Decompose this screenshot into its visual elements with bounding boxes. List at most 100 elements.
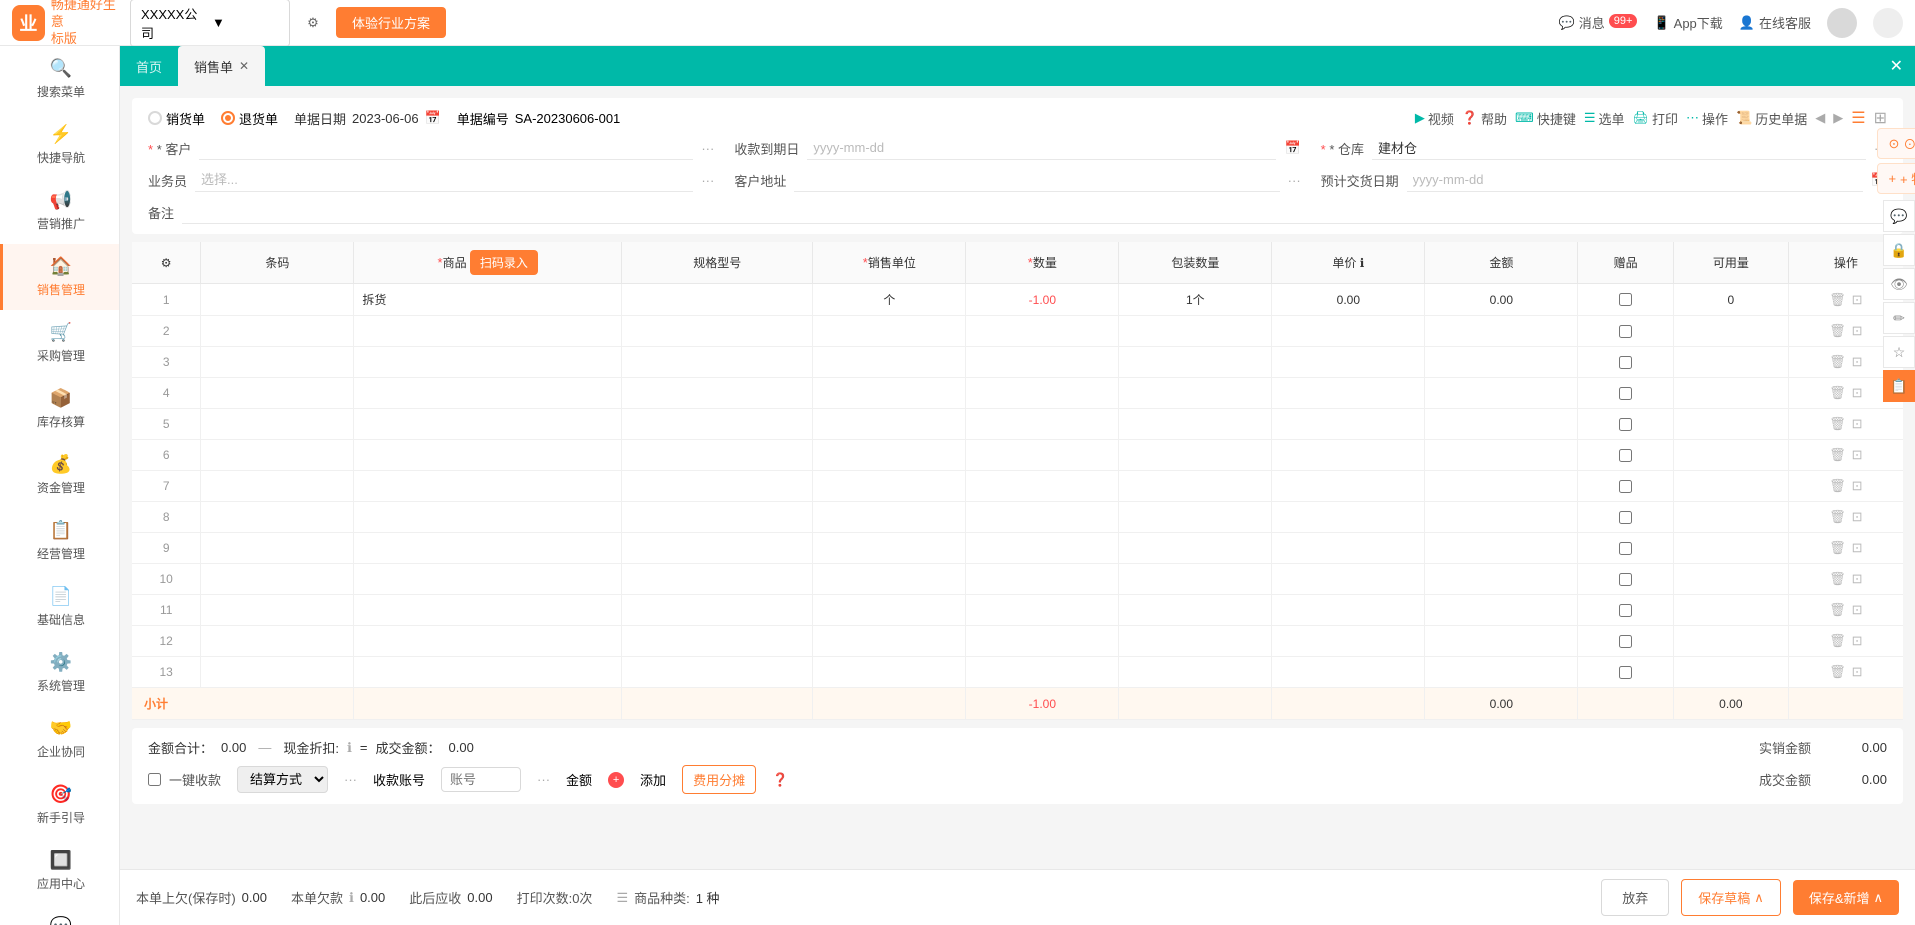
- row-gift-10[interactable]: [1578, 564, 1674, 595]
- row-barcode-7[interactable]: [201, 471, 354, 502]
- abandon-button[interactable]: 放弃: [1601, 879, 1669, 916]
- row-qty-5[interactable]: [966, 409, 1119, 440]
- row-gift-7[interactable]: [1578, 471, 1674, 502]
- sidebar-item-marketing[interactable]: 📢 营销推广: [0, 178, 119, 244]
- scan-btn[interactable]: 扫码录入: [470, 250, 538, 275]
- copy-icon-7[interactable]: ⊡: [1852, 478, 1863, 494]
- float-edit-btn[interactable]: ✏: [1883, 302, 1915, 334]
- row-spec-2[interactable]: [622, 316, 813, 347]
- save-draft-button[interactable]: 保存草稿 ∧: [1681, 879, 1781, 916]
- delete-icon-11[interactable]: 🗑: [1829, 602, 1846, 618]
- tab-close-icon[interactable]: ✕: [239, 59, 249, 73]
- delete-icon-13[interactable]: 🗑: [1829, 664, 1846, 680]
- row-qty-4[interactable]: [966, 378, 1119, 409]
- row-barcode-10[interactable]: [201, 564, 354, 595]
- copy-icon-6[interactable]: ⊡: [1852, 447, 1863, 463]
- print-btn[interactable]: 🖨 打印: [1633, 109, 1679, 128]
- row-barcode-8[interactable]: [201, 502, 354, 533]
- trial-button[interactable]: 体验行业方案: [336, 7, 446, 38]
- sidebar-item-enterprise[interactable]: 🤝 企业协同: [0, 706, 119, 772]
- salesperson-dots-icon[interactable]: ···: [701, 173, 714, 188]
- row-barcode-3[interactable]: [201, 347, 354, 378]
- history-btn[interactable]: 📜 历史单据: [1736, 109, 1807, 128]
- online-service-btn[interactable]: 👤 在线客服: [1739, 13, 1811, 32]
- tab-home[interactable]: 首页: [120, 46, 178, 86]
- customer-dots-icon[interactable]: ···: [701, 141, 714, 156]
- view-list-icon[interactable]: ☰: [1851, 108, 1865, 128]
- row-qty-13[interactable]: [966, 657, 1119, 688]
- row-spec-3[interactable]: [622, 347, 813, 378]
- customer-address-dots-icon[interactable]: ···: [1288, 173, 1301, 188]
- row-price-13[interactable]: [1272, 657, 1425, 688]
- row-gift-12[interactable]: [1578, 626, 1674, 657]
- copy-icon-12[interactable]: ⊡: [1852, 633, 1863, 649]
- logistics-panel-btn[interactable]: + + 物流: [1877, 163, 1915, 194]
- calc-method-select[interactable]: 结算方式: [237, 766, 328, 793]
- sidebar-item-inventory[interactable]: 📦 库存核算: [0, 376, 119, 442]
- delete-icon-10[interactable]: 🗑: [1829, 571, 1846, 587]
- customer-address-input[interactable]: [794, 168, 1279, 192]
- tab-bar-close-btn[interactable]: ✕: [1890, 56, 1915, 76]
- row-gift-3[interactable]: [1578, 347, 1674, 378]
- row-spec-10[interactable]: [622, 564, 813, 595]
- sidebar-item-guide[interactable]: 🎯 新手引导: [0, 772, 119, 838]
- video-btn[interactable]: ▶ 视频: [1415, 109, 1454, 128]
- nav-next-icon[interactable]: ▶: [1833, 110, 1843, 126]
- row-gift-4[interactable]: [1578, 378, 1674, 409]
- copy-icon-11[interactable]: ⊡: [1852, 602, 1863, 618]
- payment-date-input[interactable]: [807, 136, 1276, 160]
- arrears-info-icon[interactable]: ℹ: [349, 890, 354, 906]
- account-dots[interactable]: ···: [537, 772, 550, 787]
- add-payment-btn[interactable]: +: [608, 772, 624, 788]
- notes-input[interactable]: [182, 200, 1887, 224]
- row-qty-12[interactable]: [966, 626, 1119, 657]
- row-qty-3[interactable]: [966, 347, 1119, 378]
- row-qty-10[interactable]: [966, 564, 1119, 595]
- row-gift-2[interactable]: [1578, 316, 1674, 347]
- row-gift-1[interactable]: [1578, 284, 1674, 316]
- row-spec-6[interactable]: [622, 440, 813, 471]
- sidebar-item-basic[interactable]: 📄 基础信息: [0, 574, 119, 640]
- payment-checkbox[interactable]: 一键收款: [148, 770, 221, 789]
- tab-sales-order[interactable]: 销售单 ✕: [178, 46, 265, 86]
- row-price-6[interactable]: [1272, 440, 1425, 471]
- copy-icon-5[interactable]: ⊡: [1852, 416, 1863, 432]
- account-input[interactable]: [441, 767, 521, 792]
- operate-btn[interactable]: ⋯ 操作: [1686, 109, 1728, 128]
- company-selector[interactable]: XXXXX公司 ▼: [130, 0, 290, 47]
- row-barcode-5[interactable]: [201, 409, 354, 440]
- payment-checkbox-input[interactable]: [148, 773, 161, 786]
- row-qty-1[interactable]: -1.00: [966, 284, 1119, 316]
- row-barcode-9[interactable]: [201, 533, 354, 564]
- row-spec-12[interactable]: [622, 626, 813, 657]
- copy-icon-13[interactable]: ⊡: [1852, 664, 1863, 680]
- float-chat-btn[interactable]: 💬: [1883, 200, 1915, 232]
- row-barcode-6[interactable]: [201, 440, 354, 471]
- row-qty-9[interactable]: [966, 533, 1119, 564]
- float-eye-btn[interactable]: 👁: [1883, 268, 1915, 300]
- sidebar-item-management[interactable]: 📋 经营管理: [0, 508, 119, 574]
- warehouse-input[interactable]: [1372, 136, 1866, 160]
- sidebar-item-wecom[interactable]: 💬 企业微信: [0, 904, 119, 925]
- expected-delivery-input[interactable]: [1407, 168, 1863, 192]
- setting-panel-btn[interactable]: ⊙ ⊙ 设置: [1877, 128, 1915, 159]
- row-gift-13[interactable]: [1578, 657, 1674, 688]
- row-price-9[interactable]: [1272, 533, 1425, 564]
- row-price-4[interactable]: [1272, 378, 1425, 409]
- avatar[interactable]: [1827, 8, 1857, 38]
- copy-icon-3[interactable]: ⊡: [1852, 354, 1863, 370]
- float-action-btn[interactable]: 📋: [1883, 370, 1915, 402]
- row-spec-11[interactable]: [622, 595, 813, 626]
- view-grid-icon[interactable]: ⊞: [1874, 108, 1887, 128]
- sidebar-item-purchase[interactable]: 🛒 采购管理: [0, 310, 119, 376]
- salesperson-input[interactable]: [195, 168, 693, 192]
- sidebar-item-apps[interactable]: 🔲 应用中心: [0, 838, 119, 904]
- delete-icon-1[interactable]: 🗑: [1829, 292, 1846, 308]
- row-price-7[interactable]: [1272, 471, 1425, 502]
- row-price-5[interactable]: [1272, 409, 1425, 440]
- float-lock-btn[interactable]: 🔒: [1883, 234, 1915, 266]
- copy-icon-4[interactable]: ⊡: [1852, 385, 1863, 401]
- delete-icon-8[interactable]: 🗑: [1829, 509, 1846, 525]
- settings-gear-icon[interactable]: ⚙: [298, 8, 328, 38]
- delete-icon-7[interactable]: 🗑: [1829, 478, 1846, 494]
